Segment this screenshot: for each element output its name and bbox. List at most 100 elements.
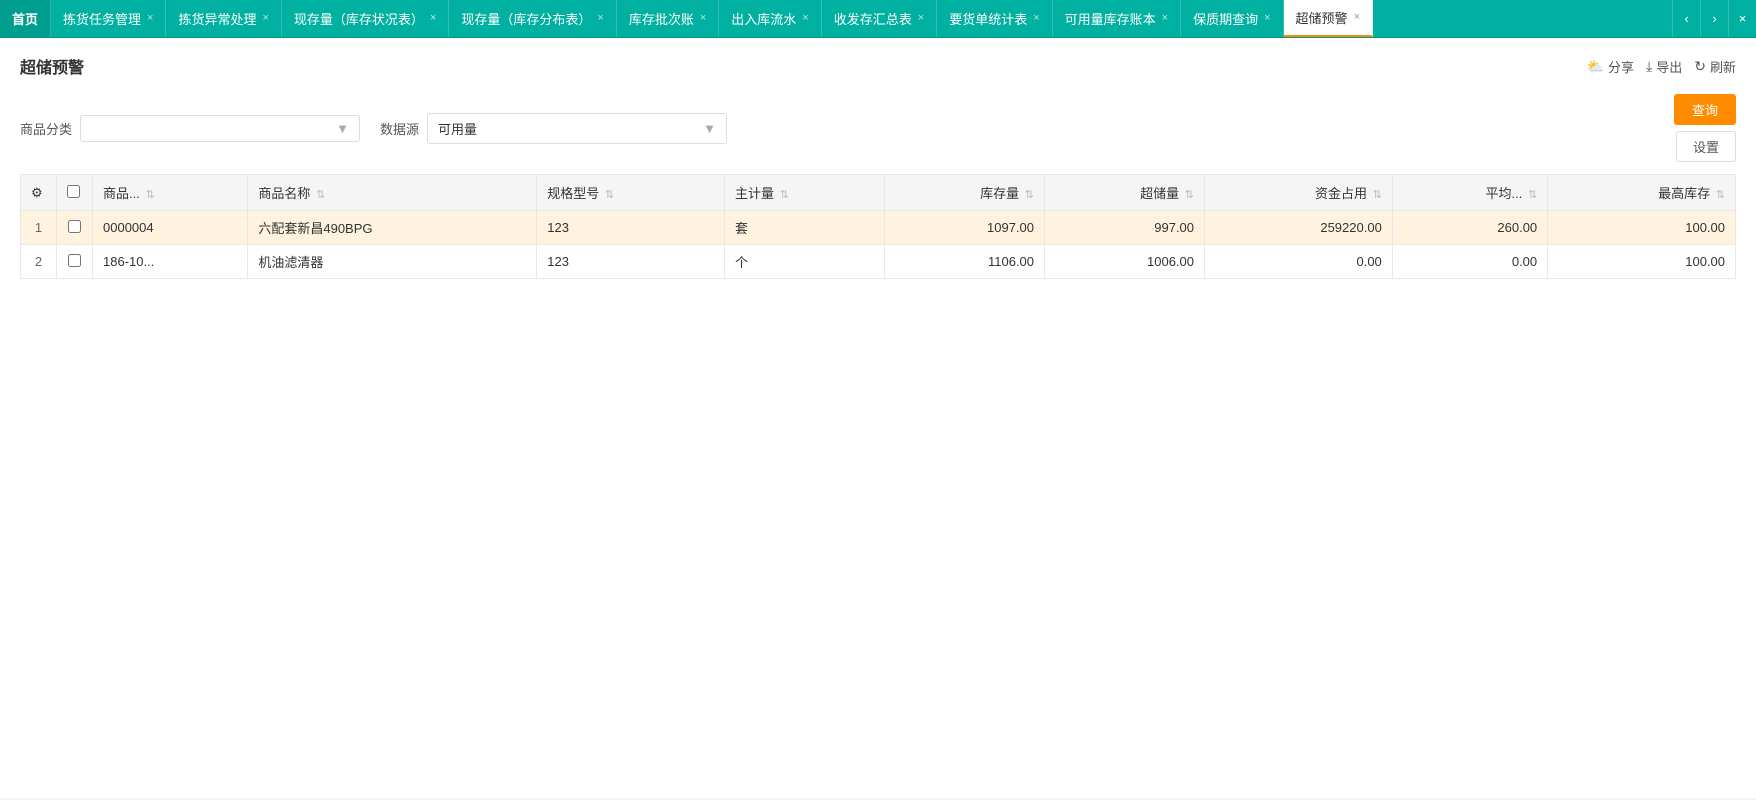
category-select[interactable]: ▼ [80, 115, 360, 142]
nav-item-close-icon[interactable]: × [262, 13, 268, 24]
nav-arrows: ‹ › × [1672, 0, 1756, 38]
top-navigation: 首页拣货任务管理×拣货异常处理×现存量（库存状况表）×现存量（库存分布表）×库存… [0, 0, 1756, 38]
nav-item-label: 现存量（库存状况表） [294, 9, 424, 28]
select-all-checkbox[interactable] [67, 185, 80, 198]
refresh-button[interactable]: ↻ 刷新 [1694, 57, 1736, 76]
nav-item-label: 超储预警 [1296, 8, 1348, 27]
nav-item-label: 出入库流水 [731, 9, 796, 28]
column-spec[interactable]: 规格型号 ⇅ [537, 175, 725, 211]
row-number: 2 [21, 245, 57, 279]
page-header: 超储预警 ⛅ 分享 ⤓ 导出 ↻ 刷新 [20, 54, 1736, 78]
nav-item-close-icon[interactable]: × [700, 13, 706, 24]
header-actions: ⛅ 分享 ⤓ 导出 ↻ 刷新 [1587, 57, 1736, 76]
row-overflow: 997.00 [1045, 211, 1205, 245]
row-overflow: 1006.00 [1045, 245, 1205, 279]
nav-item-现存量（库存分布表）[interactable]: 现存量（库存分布表）× [449, 0, 616, 37]
nav-item-label: 要货单统计表 [949, 9, 1027, 28]
nav-item-库存批次账[interactable]: 库存批次账× [617, 0, 719, 37]
nav-item-close-icon[interactable]: × [1354, 12, 1360, 23]
row-code: 186-10... [93, 245, 248, 279]
sort-icon-maxstock: ⇅ [1716, 189, 1725, 201]
page-title: 超储预警 [20, 54, 84, 78]
row-maxstock: 100.00 [1548, 245, 1736, 279]
nav-item-首页[interactable]: 首页 [0, 0, 51, 37]
datasource-select-value: 可用量 [438, 119, 477, 138]
row-stock: 1106.00 [885, 245, 1045, 279]
row-checkbox-cell [57, 211, 93, 245]
nav-item-可用量库存账本[interactable]: 可用量库存账本 × [1053, 0, 1181, 37]
nav-item-close-icon[interactable]: × [1033, 13, 1039, 24]
nav-item-close-icon[interactable]: × [802, 13, 808, 24]
gear-icon: ⚙ [31, 185, 43, 200]
settings-button[interactable]: 设置 [1676, 131, 1736, 162]
nav-item-拣货任务管理[interactable]: 拣货任务管理× [51, 0, 166, 37]
table-header-row: ⚙ 商品... ⇅ 商品名称 ⇅ 规格型号 ⇅ 主计量 [21, 175, 1736, 211]
datasource-label: 数据源 [380, 119, 419, 138]
share-icon: ⛅ [1587, 58, 1604, 75]
query-button[interactable]: 查询 [1674, 94, 1736, 125]
nav-item-收发存汇总表[interactable]: 收发存汇总表 × [822, 0, 937, 37]
table-row: 1 0000004 六配套新昌490BPG 123 套 1097.00 997.… [21, 211, 1736, 245]
nav-item-label: 首页 [12, 9, 38, 28]
nav-item-close-icon[interactable]: × [1162, 13, 1168, 24]
nav-item-close-icon[interactable]: × [430, 13, 436, 24]
row-checkbox[interactable] [68, 220, 81, 233]
sort-icon-spec: ⇅ [605, 189, 614, 201]
row-name: 六配套新昌490BPG [248, 211, 537, 245]
row-spec: 123 [537, 245, 725, 279]
category-label: 商品分类 [20, 119, 72, 138]
nav-close-all-button[interactable]: × [1728, 0, 1756, 38]
column-stock[interactable]: 库存量 ⇅ [885, 175, 1045, 211]
column-avg[interactable]: 平均... ⇅ [1392, 175, 1547, 211]
nav-item-现存量（库存状况表）[interactable]: 现存量（库存状况表） × [282, 0, 449, 37]
main-content: 超储预警 ⛅ 分享 ⤓ 导出 ↻ 刷新 商品分类 ▼ 数据源 [0, 38, 1756, 798]
row-checkbox-cell [57, 245, 93, 279]
export-icon: ⤓ [1646, 58, 1652, 75]
row-avg: 260.00 [1392, 211, 1547, 245]
row-avg: 0.00 [1392, 245, 1547, 279]
nav-item-出入库流水[interactable]: 出入库流水 × [719, 0, 821, 37]
nav-item-label: 保质期查询 [1193, 9, 1258, 28]
nav-item-拣货异常处理[interactable]: 拣货异常处理 × [166, 0, 281, 37]
refresh-icon: ↻ [1694, 58, 1706, 75]
column-code[interactable]: 商品... ⇅ [93, 175, 248, 211]
column-overflow[interactable]: 超储量 ⇅ [1045, 175, 1205, 211]
nav-item-close-icon[interactable]: × [597, 13, 603, 24]
sort-icon-stock: ⇅ [1025, 189, 1034, 201]
sort-icon-overflow: ⇅ [1185, 189, 1194, 201]
datasource-select[interactable]: 可用量 ▼ [427, 113, 727, 144]
column-settings-icon[interactable]: ⚙ [21, 175, 57, 211]
table-row: 2 186-10... 机油滤清器 123 个 1106.00 1006.00 … [21, 245, 1736, 279]
nav-item-要货单统计表[interactable]: 要货单统计表 × [937, 0, 1052, 37]
column-capital[interactable]: 资金占用 ⇅ [1205, 175, 1393, 211]
data-table: ⚙ 商品... ⇅ 商品名称 ⇅ 规格型号 ⇅ 主计量 [20, 174, 1736, 279]
nav-item-close-icon[interactable]: × [147, 13, 153, 24]
row-stock: 1097.00 [885, 211, 1045, 245]
column-name[interactable]: 商品名称 ⇅ [248, 175, 537, 211]
sort-icon-name: ⇅ [316, 189, 325, 201]
datasource-filter-group: 数据源 可用量 ▼ [380, 113, 727, 144]
row-spec: 123 [537, 211, 725, 245]
filter-bar: 商品分类 ▼ 数据源 可用量 ▼ 查询 设置 [20, 94, 1736, 162]
column-select-all[interactable] [57, 175, 93, 211]
export-button[interactable]: ⤓ 导出 [1646, 57, 1682, 76]
nav-item-保质期查询[interactable]: 保质期查询 × [1181, 0, 1283, 37]
nav-item-label: 可用量库存账本 [1065, 9, 1156, 28]
category-dropdown-icon: ▼ [336, 121, 349, 136]
nav-item-label: 拣货异常处理 [178, 9, 256, 28]
row-unit: 套 [725, 211, 885, 245]
nav-item-close-icon[interactable]: × [918, 13, 924, 24]
column-unit[interactable]: 主计量 ⇅ [725, 175, 885, 211]
nav-item-label: 收发存汇总表 [834, 9, 912, 28]
sort-icon-code: ⇅ [145, 189, 154, 201]
category-filter-group: 商品分类 ▼ [20, 115, 360, 142]
nav-item-超储预警[interactable]: 超储预警 × [1284, 0, 1373, 37]
sort-icon-unit: ⇅ [780, 189, 789, 201]
nav-next-button[interactable]: › [1700, 0, 1728, 38]
nav-prev-button[interactable]: ‹ [1672, 0, 1700, 38]
row-checkbox[interactable] [68, 254, 81, 267]
nav-item-close-icon[interactable]: × [1264, 13, 1270, 24]
share-button[interactable]: ⛅ 分享 [1587, 57, 1634, 76]
column-maxstock[interactable]: 最高库存 ⇅ [1548, 175, 1736, 211]
row-number: 1 [21, 211, 57, 245]
